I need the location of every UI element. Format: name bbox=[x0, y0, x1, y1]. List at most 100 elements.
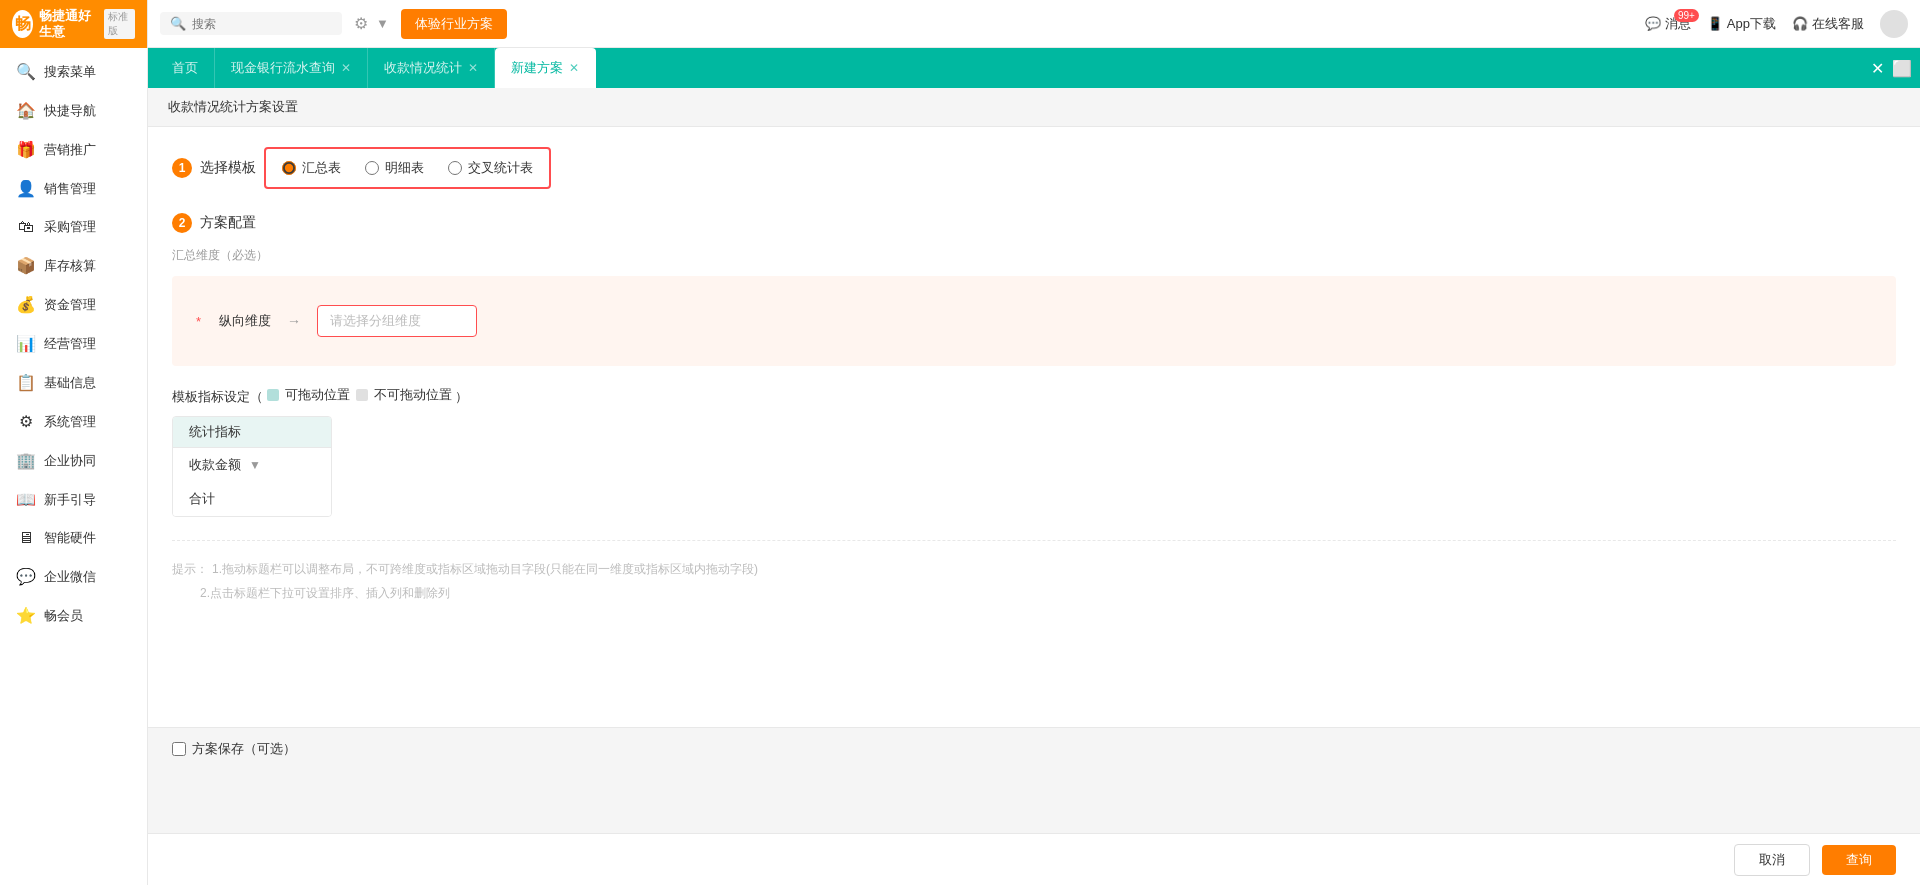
query-button[interactable]: 查询 bbox=[1822, 845, 1896, 875]
sidebar-item-wechat[interactable]: 💬 企业微信 bbox=[0, 557, 147, 596]
close-tab-bank[interactable]: ✕ bbox=[341, 61, 351, 75]
sidebar-item-purchase[interactable]: 🛍 采购管理 bbox=[0, 208, 147, 246]
draggable-legend-dot bbox=[267, 389, 279, 401]
tab-receipt-label: 收款情况统计 bbox=[384, 59, 462, 77]
maximize-icon[interactable]: ⬜ bbox=[1892, 59, 1912, 78]
sidebar-item-member[interactable]: ⭐ 畅会员 bbox=[0, 596, 147, 635]
bag-icon: 🛍 bbox=[16, 218, 36, 236]
star-icon: ⭐ bbox=[16, 606, 36, 625]
close-tab-receipt[interactable]: ✕ bbox=[468, 61, 478, 75]
tab-bar: 首页 现金银行流水查询 ✕ 收款情况统计 ✕ 新建方案 ✕ ✕ ⬜ bbox=[148, 48, 1920, 88]
sidebar-item-enterprise[interactable]: 🏢 企业协同 bbox=[0, 441, 147, 480]
service-label: 在线客服 bbox=[1812, 15, 1864, 33]
metrics-table-header: 统计指标 bbox=[173, 417, 331, 448]
option-detail[interactable]: 明细表 bbox=[365, 159, 424, 177]
tab-home[interactable]: 首页 bbox=[156, 48, 215, 88]
gift-icon: 🎁 bbox=[16, 140, 36, 159]
fixed-legend-label: 不可拖动位置 bbox=[374, 386, 452, 404]
sidebar-nav: 🔍 搜索菜单 🏠 快捷导航 🎁 营销推广 👤 销售管理 🛍 采购管理 📦 库存核… bbox=[0, 48, 147, 885]
chart-icon: 📊 bbox=[16, 334, 36, 353]
metrics-legend: 可拖动位置 不可拖动位置 bbox=[267, 386, 452, 404]
sidebar-item-hardware[interactable]: 🖥 智能硬件 bbox=[0, 519, 147, 557]
sidebar-label: 库存核算 bbox=[44, 257, 96, 275]
option-summary[interactable]: 汇总表 bbox=[282, 159, 341, 177]
download-icon: 📱 bbox=[1707, 16, 1723, 31]
step2-num: 2 bbox=[172, 213, 192, 233]
metrics-total-label: 合计 bbox=[189, 490, 215, 508]
metrics-row-total: 合计 bbox=[173, 482, 331, 516]
sidebar-item-basic[interactable]: 📋 基础信息 bbox=[0, 363, 147, 402]
user-avatar[interactable] bbox=[1880, 10, 1908, 38]
sidebar-item-quicknav[interactable]: 🏠 快捷导航 bbox=[0, 91, 147, 130]
sidebar-label: 企业微信 bbox=[44, 568, 96, 586]
metrics-row-amount[interactable]: 收款金额 ▼ bbox=[173, 448, 331, 482]
download-btn[interactable]: 📱 App下载 bbox=[1707, 15, 1776, 33]
industry-btn[interactable]: 体验行业方案 bbox=[401, 9, 507, 39]
template-options: 汇总表 明细表 交叉统计表 bbox=[264, 147, 551, 189]
sidebar-item-search[interactable]: 🔍 搜索菜单 bbox=[0, 52, 147, 91]
dimension-row: * 纵向维度 → 请选择分组维度 bbox=[196, 305, 1872, 337]
topbar-chevron[interactable]: ▼ bbox=[376, 16, 389, 31]
tab-new[interactable]: 新建方案 ✕ bbox=[495, 48, 596, 88]
tips-section: 提示： 1.拖动标题栏可以调整布局，不可跨维度或指标区域拖动目字段(只能在同一维… bbox=[172, 540, 1896, 605]
tab-bank[interactable]: 现金银行流水查询 ✕ bbox=[215, 48, 368, 88]
radio-cross[interactable] bbox=[448, 161, 462, 175]
logo-text: 畅捷通好生意 bbox=[39, 8, 98, 39]
page-footer: 方案保存（可选） bbox=[148, 727, 1920, 770]
gear-icon[interactable]: ⚙ bbox=[354, 14, 368, 33]
sidebar-label: 资金管理 bbox=[44, 296, 96, 314]
cancel-button[interactable]: 取消 bbox=[1734, 844, 1810, 876]
search-icon: 🔍 bbox=[170, 16, 186, 31]
tip1-text: 1.拖动标题栏可以调整布局，不可跨维度或指标区域拖动目字段(只能在同一维度或指标… bbox=[212, 557, 758, 581]
sidebar-item-sales[interactable]: 👤 销售管理 bbox=[0, 169, 147, 208]
dimension-label-text: 汇总维度（必选） bbox=[172, 248, 268, 262]
sidebar-label: 经营管理 bbox=[44, 335, 96, 353]
save-checkbox[interactable] bbox=[172, 742, 186, 756]
sidebar-label: 销售管理 bbox=[44, 180, 96, 198]
sidebar-label: 快捷导航 bbox=[44, 102, 96, 120]
clipboard-icon: 📋 bbox=[16, 373, 36, 392]
user-icon: 👤 bbox=[16, 179, 36, 198]
sidebar-item-inventory[interactable]: 📦 库存核算 bbox=[0, 246, 147, 285]
search-input[interactable] bbox=[192, 17, 332, 31]
sidebar-label: 畅会员 bbox=[44, 607, 83, 625]
metrics-section: 模板指标设定（ 可拖动位置 不可拖动位置 ） 统计指标 bbox=[172, 386, 1896, 520]
home-icon: 🏠 bbox=[16, 101, 36, 120]
sidebar-item-operation[interactable]: 📊 经营管理 bbox=[0, 324, 147, 363]
topbar-right: 💬 99+ 消息 📱 App下载 🎧 在线客服 bbox=[1645, 10, 1908, 38]
draggable-legend-label: 可拖动位置 bbox=[285, 386, 350, 404]
sidebar-item-funds[interactable]: 💰 资金管理 bbox=[0, 285, 147, 324]
message-btn[interactable]: 💬 99+ 消息 bbox=[1645, 15, 1691, 33]
search-box[interactable]: 🔍 bbox=[160, 12, 342, 35]
radio-detail[interactable] bbox=[365, 161, 379, 175]
close-window-icon[interactable]: ✕ bbox=[1871, 59, 1884, 78]
dimension-input[interactable]: 请选择分组维度 bbox=[317, 305, 477, 337]
chat-icon: 💬 bbox=[16, 567, 36, 586]
tab-bank-label: 现金银行流水查询 bbox=[231, 59, 335, 77]
step1-section: 1 选择模板 汇总表 明细表 bbox=[172, 147, 1896, 189]
save-option[interactable]: 方案保存（可选） bbox=[172, 740, 296, 758]
step1-num: 1 bbox=[172, 158, 192, 178]
sidebar-label: 智能硬件 bbox=[44, 529, 96, 547]
topbar: 🔍 ⚙ ▼ 体验行业方案 💬 99+ 消息 📱 App下载 🎧 在线客服 bbox=[148, 0, 1920, 48]
gear-icon: ⚙ bbox=[16, 412, 36, 431]
metrics-table: 统计指标 收款金额 ▼ 合计 bbox=[172, 416, 332, 517]
dimension-area: * 纵向维度 → 请选择分组维度 bbox=[172, 276, 1896, 366]
sidebar-item-guide[interactable]: 📖 新手引导 bbox=[0, 480, 147, 519]
message-icon: 💬 bbox=[1645, 16, 1661, 31]
page-title: 收款情况统计方案设置 bbox=[168, 99, 298, 114]
tab-receipt[interactable]: 收款情况统计 ✕ bbox=[368, 48, 495, 88]
bottom-bar: 取消 查询 bbox=[148, 833, 1920, 885]
building-icon: 🏢 bbox=[16, 451, 36, 470]
sidebar-item-system[interactable]: ⚙ 系统管理 bbox=[0, 402, 147, 441]
service-btn[interactable]: 🎧 在线客服 bbox=[1792, 15, 1864, 33]
radio-summary[interactable] bbox=[282, 161, 296, 175]
step1-title: 选择模板 bbox=[200, 159, 256, 177]
option-cross[interactable]: 交叉统计表 bbox=[448, 159, 533, 177]
sidebar-label: 营销推广 bbox=[44, 141, 96, 159]
sidebar-item-marketing[interactable]: 🎁 营销推广 bbox=[0, 130, 147, 169]
chevron-down-icon[interactable]: ▼ bbox=[249, 458, 261, 472]
tab-controls: ✕ ⬜ bbox=[1871, 59, 1912, 78]
close-tab-new[interactable]: ✕ bbox=[569, 61, 579, 75]
metrics-amount-label: 收款金额 bbox=[189, 456, 241, 474]
